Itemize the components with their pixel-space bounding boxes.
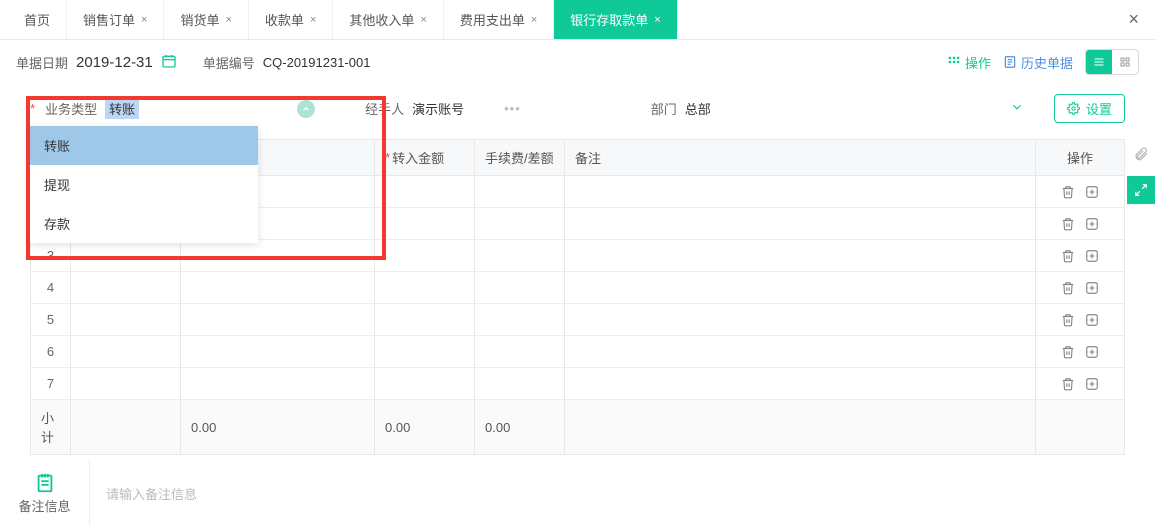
delete-row-icon[interactable]: [1061, 377, 1075, 391]
attachment-icon[interactable]: [1127, 140, 1155, 168]
tab-expense[interactable]: 费用支出单×: [444, 0, 554, 39]
close-icon[interactable]: ×: [310, 14, 316, 26]
tab-bank-deposit[interactable]: 银行存取款单×: [554, 0, 677, 39]
add-row-icon[interactable]: [1085, 377, 1099, 391]
add-row-icon[interactable]: [1085, 249, 1099, 263]
footer-in-total: 0.00: [375, 400, 475, 454]
col-note: 备注: [565, 140, 1036, 175]
close-all-icon[interactable]: ×: [1112, 0, 1155, 39]
dropdown-option-deposit[interactable]: 存款: [30, 204, 258, 243]
table-row[interactable]: 5: [31, 304, 1124, 336]
table-row[interactable]: 7: [31, 368, 1124, 400]
dropdown-option-transfer[interactable]: 转账: [30, 126, 258, 165]
history-button[interactable]: 历史单据: [1003, 53, 1073, 72]
note-tab[interactable]: 备注信息: [0, 460, 90, 526]
docno-label: 单据编号: [203, 53, 255, 72]
col-in-amount: *转入金额: [375, 140, 475, 175]
row-index: 3: [31, 240, 71, 271]
row-index: 6: [31, 336, 71, 367]
col-ops: 操作: [1036, 140, 1124, 175]
notepad-icon: [34, 472, 56, 494]
ops-button[interactable]: 操作: [947, 53, 991, 72]
row-index: 5: [31, 304, 71, 335]
settings-button[interactable]: 设置: [1054, 94, 1125, 123]
close-icon[interactable]: ×: [654, 14, 660, 26]
delete-row-icon[interactable]: [1061, 313, 1075, 327]
note-section: 备注信息 请输入备注信息: [0, 460, 1125, 526]
add-row-icon[interactable]: [1085, 281, 1099, 295]
row-index: 4: [31, 272, 71, 303]
biz-type-value: 转账: [105, 98, 139, 119]
delete-row-icon[interactable]: [1061, 345, 1075, 359]
tab-bar: 首页 销售订单× 销货单× 收款单× 其他收入单× 费用支出单× 银行存取款单×…: [0, 0, 1155, 40]
right-rail: [1127, 140, 1155, 204]
row-index: 7: [31, 368, 71, 399]
more-icon[interactable]: •••: [504, 101, 521, 116]
close-icon[interactable]: ×: [531, 14, 537, 26]
col-fee: 手续费/差额: [475, 140, 565, 175]
note-input[interactable]: 请输入备注信息: [90, 460, 1125, 526]
close-icon[interactable]: ×: [225, 14, 231, 26]
doc-header: 单据日期 2019-12-31 单据编号 CQ-20191231-001 操作 …: [0, 40, 1155, 84]
date-label: 单据日期: [16, 53, 68, 72]
tab-sales-order[interactable]: 销售订单×: [67, 0, 164, 39]
tab-other-income[interactable]: 其他收入单×: [333, 0, 443, 39]
tab-delivery[interactable]: 销货单×: [164, 0, 248, 39]
form-row: * 业务类型 转账 转账 提现 存款 经手人 演示账号 ••• 部门 总部 设置: [0, 84, 1155, 139]
add-row-icon[interactable]: [1085, 313, 1099, 327]
expand-icon[interactable]: [1127, 176, 1155, 204]
footer-label: 小计: [31, 400, 71, 454]
view-grid-icon[interactable]: [1112, 50, 1138, 74]
view-toggle: [1085, 49, 1139, 75]
docno-value: CQ-20191231-001: [263, 55, 371, 70]
handler-field[interactable]: 经手人 演示账号: [365, 99, 464, 118]
add-row-icon[interactable]: [1085, 345, 1099, 359]
add-row-icon[interactable]: [1085, 217, 1099, 231]
footer-name-total: 0.00: [181, 400, 375, 454]
dropdown-option-withdraw[interactable]: 提现: [30, 165, 258, 204]
date-value[interactable]: 2019-12-31: [76, 54, 153, 71]
table-row[interactable]: 3: [31, 240, 1124, 272]
biz-type-dropdown: 转账 提现 存款: [30, 126, 258, 243]
tab-receipt[interactable]: 收款单×: [249, 0, 333, 39]
biz-type-field[interactable]: * 业务类型 转账 转账 提现 存款: [30, 98, 315, 119]
view-list-icon[interactable]: [1086, 50, 1112, 74]
dept-field[interactable]: 部门 总部: [651, 99, 711, 118]
close-icon[interactable]: ×: [141, 14, 147, 26]
delete-row-icon[interactable]: [1061, 185, 1075, 199]
chevron-down-icon[interactable]: [1010, 100, 1024, 117]
add-row-icon[interactable]: [1085, 185, 1099, 199]
tab-home[interactable]: 首页: [8, 0, 67, 39]
close-icon[interactable]: ×: [420, 14, 426, 26]
delete-row-icon[interactable]: [1061, 281, 1075, 295]
delete-row-icon[interactable]: [1061, 249, 1075, 263]
footer-fee-total: 0.00: [475, 400, 565, 454]
delete-row-icon[interactable]: [1061, 217, 1075, 231]
gear-icon: [1067, 102, 1080, 115]
calendar-icon[interactable]: [161, 53, 177, 72]
table-row[interactable]: 4: [31, 272, 1124, 304]
table-row[interactable]: 6: [31, 336, 1124, 368]
chevron-up-icon[interactable]: [297, 100, 315, 118]
